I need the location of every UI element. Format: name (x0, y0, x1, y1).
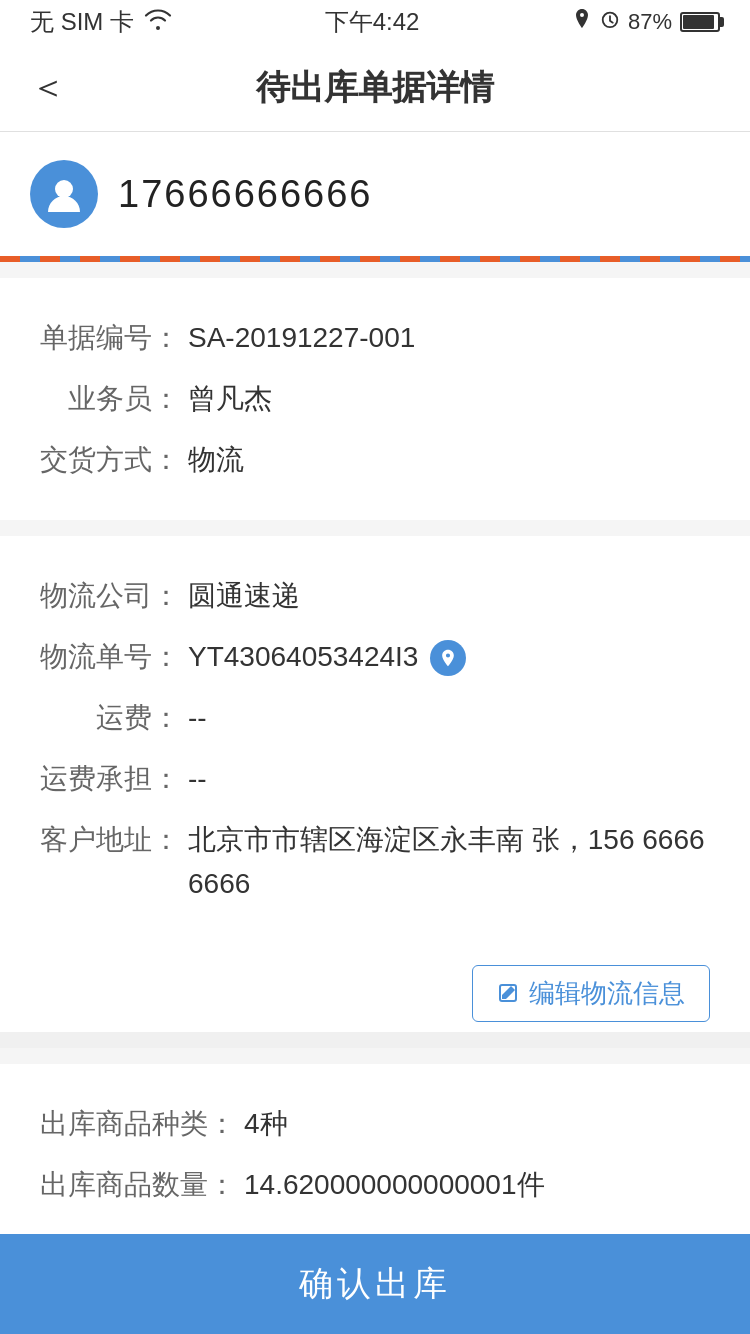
logistics-section: 物流公司： 圆通速递 物流单号： YT43064053424I3 运费： -- … (0, 536, 750, 945)
battery-icon (680, 12, 720, 32)
outbound-info-section: 出库商品种类： 4种 出库商品数量： 14.620000000000001件 (0, 1064, 750, 1246)
tracking-value: YT43064053424I3 (188, 635, 710, 680)
freight-row: 运费： -- (40, 688, 710, 749)
address-value: 北京市市辖区海淀区永丰南 张，156 6666 6666 (188, 818, 710, 908)
address-row: 客户地址： 北京市市辖区海淀区永丰南 张，156 6666 6666 (40, 810, 710, 916)
delivery-method-value: 物流 (188, 438, 710, 483)
map-pin-icon (438, 648, 458, 668)
sales-person-row: 业务员： 曾凡杰 (40, 369, 710, 430)
tracking-row: 物流单号： YT43064053424I3 (40, 627, 710, 688)
gray-divider-1 (0, 1032, 750, 1048)
confirm-outbound-button[interactable]: 确认出库 (0, 1234, 750, 1334)
edit-btn-row: 编辑物流信息 (0, 945, 750, 1032)
order-no-label: 单据编号： (40, 316, 180, 361)
basic-info-section: 单据编号： SA-20191227-001 业务员： 曾凡杰 交货方式： 物流 (0, 278, 750, 520)
status-right: 87% (572, 8, 720, 36)
edit-logistics-label: 编辑物流信息 (529, 976, 685, 1011)
carrier-label: 无 SIM 卡 (30, 6, 134, 38)
freight-bearer-label: 运费承担： (40, 757, 180, 802)
delivery-method-label: 交货方式： (40, 438, 180, 483)
page-title: 待出库单据详情 (256, 65, 494, 111)
logistics-company-row: 物流公司： 圆通速递 (40, 566, 710, 627)
time-label: 下午4:42 (325, 6, 420, 38)
back-button[interactable]: ＜ (30, 53, 86, 122)
customer-header: 17666666666 (0, 132, 750, 256)
nav-bar: ＜ 待出库单据详情 (0, 44, 750, 132)
customer-phone: 17666666666 (118, 173, 372, 216)
product-quantity-value: 14.620000000000001件 (244, 1163, 710, 1208)
address-label: 客户地址： (40, 818, 180, 863)
status-bar: 无 SIM 卡 下午4:42 87% (0, 0, 750, 44)
freight-label: 运费： (40, 696, 180, 741)
battery-label: 87% (628, 9, 672, 35)
alarm-icon (600, 8, 620, 36)
order-no-value: SA-20191227-001 (188, 316, 710, 361)
user-icon (44, 174, 84, 214)
avatar (30, 160, 98, 228)
dashed-divider (0, 256, 750, 262)
order-no-row: 单据编号： SA-20191227-001 (40, 308, 710, 369)
track-location-button[interactable] (430, 640, 466, 676)
freight-bearer-value: -- (188, 757, 710, 802)
product-types-label: 出库商品种类： (40, 1102, 236, 1147)
delivery-method-row: 交货方式： 物流 (40, 430, 710, 491)
freight-value: -- (188, 696, 710, 741)
product-quantity-row: 出库商品数量： 14.620000000000001件 (40, 1155, 710, 1216)
svg-point-1 (55, 180, 73, 198)
product-types-row: 出库商品种类： 4种 (40, 1094, 710, 1155)
logistics-company-value: 圆通速递 (188, 574, 710, 619)
sales-person-value: 曾凡杰 (188, 377, 710, 422)
sales-person-label: 业务员： (40, 377, 180, 422)
wifi-icon (144, 8, 172, 36)
confirm-outbound-label: 确认出库 (299, 1261, 451, 1307)
logistics-company-label: 物流公司： (40, 574, 180, 619)
edit-logistics-button[interactable]: 编辑物流信息 (472, 965, 710, 1022)
product-types-value: 4种 (244, 1102, 710, 1147)
status-left: 无 SIM 卡 (30, 6, 172, 38)
location-status-icon (572, 8, 592, 36)
freight-bearer-row: 运费承担： -- (40, 749, 710, 810)
tracking-label: 物流单号： (40, 635, 180, 680)
edit-icon (497, 982, 521, 1006)
product-quantity-label: 出库商品数量： (40, 1163, 236, 1208)
